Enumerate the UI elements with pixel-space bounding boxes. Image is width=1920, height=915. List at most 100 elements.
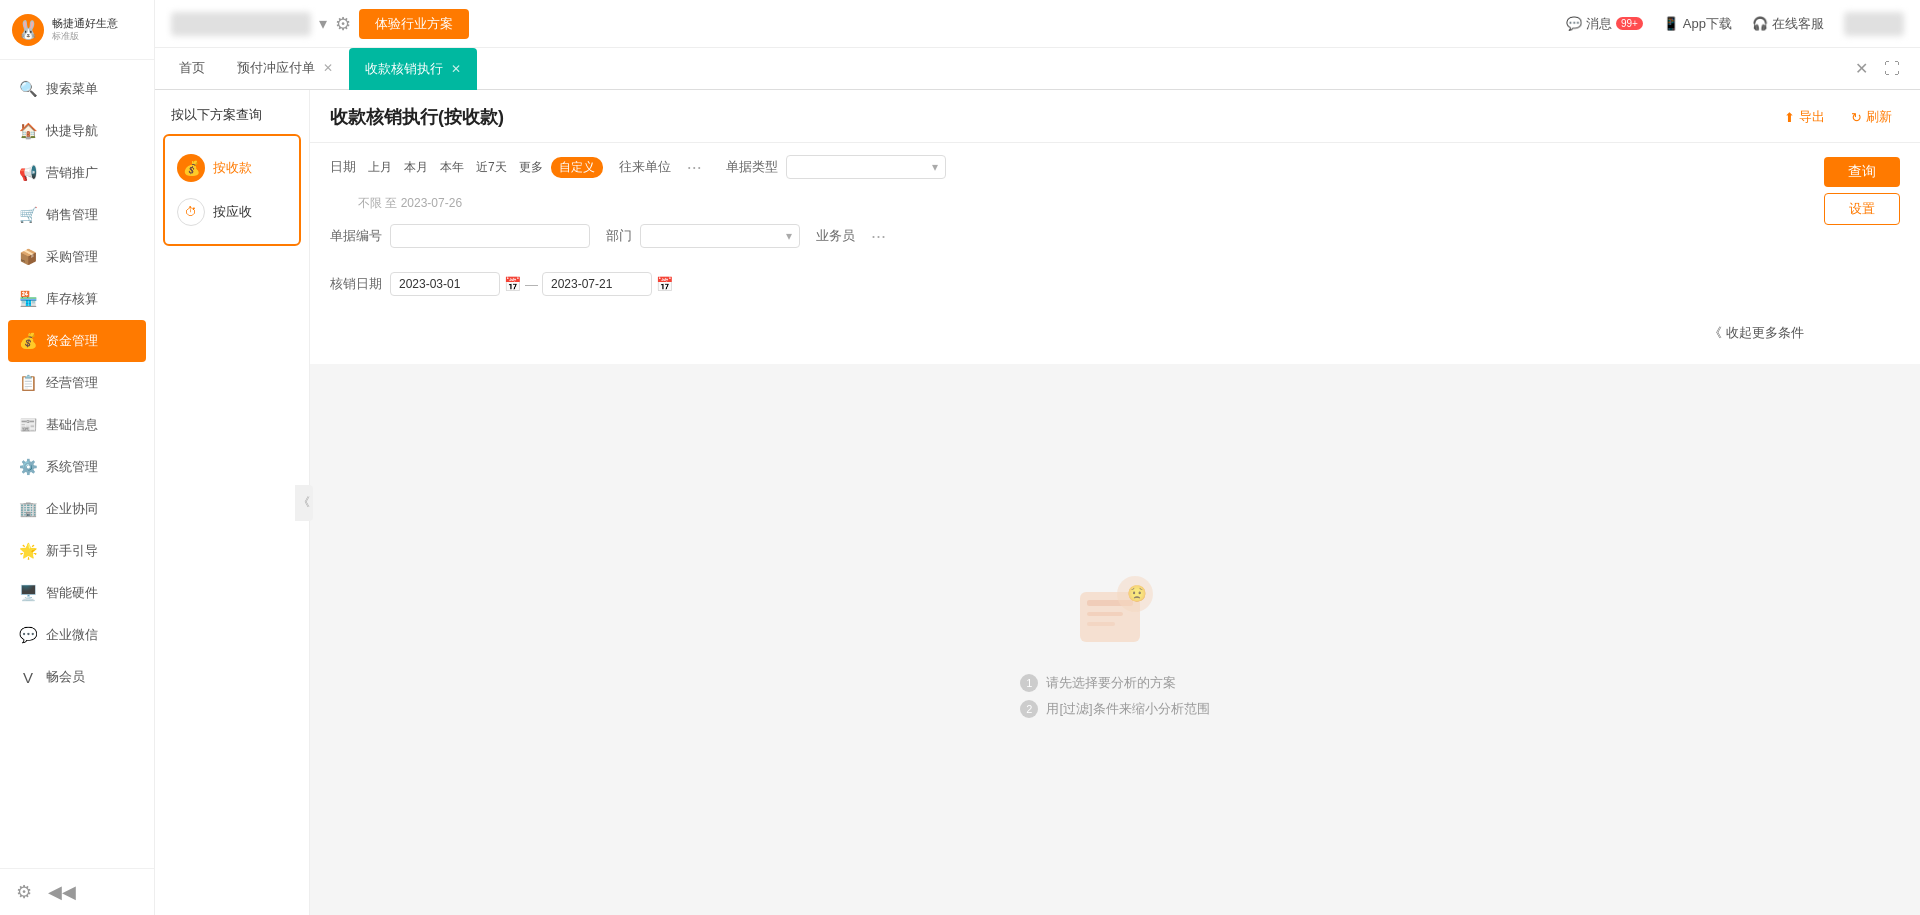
sidebar-item-finance[interactable]: 💰资金管理 (8, 320, 146, 362)
sidebar-item-sales[interactable]: 🛒销售管理 (0, 194, 154, 236)
filter-sidebar-inner: 按以下方案查询 💰 按收款 ⏱ 按应收 《 (163, 102, 301, 903)
app-download-label: App下载 (1683, 15, 1732, 33)
app-icon: 📱 (1663, 16, 1679, 31)
sidebar-item-system[interactable]: ⚙️系统管理 (0, 446, 154, 488)
basic-info-icon: 📰 (18, 415, 38, 435)
message-label: 消息 (1586, 15, 1612, 33)
sidebar-item-marketing[interactable]: 📢营销推广 (0, 152, 154, 194)
refresh-button[interactable]: ↻ 刷新 (1843, 104, 1900, 130)
sidebar-item-search-menu[interactable]: 🔍搜索菜单 (0, 68, 154, 110)
finance-label: 资金管理 (46, 332, 98, 350)
sidebar-item-basic-info[interactable]: 📰 基础信息 (0, 404, 154, 446)
shortcut-this-month[interactable]: 本月 (400, 157, 432, 178)
main-area: ▾ ⚙ 体验行业方案 💬 消息 99+ 📱 App下载 🎧 在线客服 首页 (155, 0, 1920, 915)
marketing-label: 营销推广 (46, 164, 98, 182)
filter-toggle-btn[interactable]: 《 (295, 485, 313, 521)
content-area: 按以下方案查询 💰 按收款 ⏱ 按应收 《 收款 (155, 90, 1920, 915)
dropdown-icon[interactable]: ▾ (319, 14, 327, 33)
shortcut-this-year[interactable]: 本年 (436, 157, 468, 178)
verify-date-start-cal-icon[interactable]: 📅 (504, 276, 521, 292)
tab-expand-icon[interactable]: ⛶ (1880, 56, 1904, 82)
tab-prepaid-close[interactable]: ✕ (323, 61, 333, 75)
message-item[interactable]: 💬 消息 99+ (1566, 15, 1643, 33)
filter-option-by-receivable[interactable]: ⏱ 按应收 (171, 190, 293, 234)
shortcut-7days[interactable]: 近7天 (472, 157, 511, 178)
date-unlimited-text: 不限 至 2023-07-26 (358, 195, 462, 212)
logo-area: 🐰 畅捷通好生意 标准版 (0, 0, 154, 60)
shortcut-custom[interactable]: 自定义 (551, 157, 603, 178)
bill-no-input[interactable] (390, 224, 590, 248)
message-icon: 💬 (1566, 16, 1582, 31)
collapse-more-btn[interactable]: 《 收起更多条件 (330, 320, 1804, 352)
user-avatar[interactable] (1844, 12, 1904, 36)
tab-close-icon[interactable]: ✕ (1851, 55, 1872, 82)
sidebar-item-purchase[interactable]: 📦采购管理 (0, 236, 154, 278)
filter-option-receipt-icon: 💰 (177, 154, 205, 182)
query-button[interactable]: 查询 (1824, 157, 1900, 187)
tab-receipt-offset[interactable]: 收款核销执行 ✕ (349, 48, 477, 90)
sidebar-item-smart-hw[interactable]: 🖥️智能硬件 (0, 572, 154, 614)
inventory-icon: 🏪 (18, 289, 38, 309)
logo-text-block: 畅捷通好生意 标准版 (52, 16, 118, 43)
page-actions: ⬆ 导出 ↻ 刷新 (1776, 104, 1900, 130)
settings-icon[interactable]: ⚙ (16, 881, 32, 903)
operation-label: 经营管理 (46, 374, 98, 392)
date-field: 日期 上月 本月 本年 近7天 更多 自定义 (330, 157, 603, 178)
tab-prepaid-offset[interactable]: 预付冲应付单 ✕ (221, 48, 349, 90)
wechat-icon: 💬 (18, 625, 38, 645)
tab-home[interactable]: 首页 (163, 48, 221, 90)
verify-date-end-cal-icon[interactable]: 📅 (656, 276, 673, 292)
filter-row-2: 单据编号 部门 (330, 224, 1804, 248)
filter-options-box: 💰 按收款 ⏱ 按应收 (163, 134, 301, 246)
sidebar-item-enterprise[interactable]: 🏢企业协同 (0, 488, 154, 530)
export-button[interactable]: ⬆ 导出 (1776, 104, 1833, 130)
sidebar-item-quick-nav[interactable]: 🏠快捷导航 (0, 110, 154, 152)
salesman-field: 业务员 ··· (816, 226, 894, 247)
sidebar-item-wechat[interactable]: 💬企业微信 (0, 614, 154, 656)
sales-label: 销售管理 (46, 206, 98, 224)
purchase-icon: 📦 (18, 247, 38, 267)
sidebar-item-inventory[interactable]: 🏪库存核算 (0, 278, 154, 320)
sidebar-item-operation[interactable]: 📋经营管理 (0, 362, 154, 404)
basic-info-label: 基础信息 (46, 416, 98, 434)
filter-form: 日期 上月 本月 本年 近7天 更多 自定义 (310, 143, 1920, 364)
empty-hints: 1 请先选择要分析的方案 2 用[过滤]条件来缩小分析范围 (1020, 674, 1209, 718)
bill-type-label: 单据类型 (726, 158, 778, 176)
shortcut-last-month[interactable]: 上月 (364, 157, 396, 178)
enterprise-icon: 🏢 (18, 499, 38, 519)
system-label: 系统管理 (46, 458, 98, 476)
online-service-item[interactable]: 🎧 在线客服 (1752, 15, 1824, 33)
counterparty-more-icon[interactable]: ··· (679, 157, 710, 178)
tab-receipt-close[interactable]: ✕ (451, 62, 461, 76)
filter-option-by-receipt[interactable]: 💰 按收款 (171, 146, 293, 190)
settings-button[interactable]: 设置 (1824, 193, 1900, 225)
industry-button[interactable]: 体验行业方案 (359, 9, 469, 39)
empty-illustration: 😟 (1065, 562, 1165, 662)
counterparty-field: 往来单位 ··· (619, 157, 710, 178)
verify-date-start-input[interactable] (390, 272, 500, 296)
hint-text-2: 用[过滤]条件来缩小分析范围 (1046, 700, 1209, 718)
sidebar-item-member[interactable]: V畅会员 (0, 656, 154, 698)
salesman-more-icon[interactable]: ··· (863, 226, 894, 247)
filter-row-1: 日期 上月 本月 本年 近7天 更多 自定义 (330, 155, 1804, 179)
bill-type-field: 单据类型 (726, 155, 946, 179)
shortcut-more[interactable]: 更多 (515, 157, 547, 178)
dept-select[interactable] (640, 224, 800, 248)
date-label: 日期 (330, 158, 356, 176)
empty-hint-2: 2 用[过滤]条件来缩小分析范围 (1020, 700, 1209, 718)
filter-option-receivable-icon: ⏱ (177, 198, 205, 226)
blurred-company (171, 12, 311, 36)
page-title: 收款核销执行(按收款) (330, 105, 504, 129)
sidebar: 🐰 畅捷通好生意 标准版 🔍搜索菜单🏠快捷导航📢营销推广🛒销售管理📦采购管理🏪库… (0, 0, 155, 915)
counterparty-label: 往来单位 (619, 158, 671, 176)
collapse-icon[interactable]: ◀◀ (48, 881, 76, 903)
collapse-label: 收起更多条件 (1726, 324, 1804, 342)
verify-date-wrap: 📅 — 📅 (390, 272, 673, 296)
sidebar-item-guide[interactable]: 🌟新手引导 (0, 530, 154, 572)
verify-date-end-input[interactable] (542, 272, 652, 296)
app-download-item[interactable]: 📱 App下载 (1663, 15, 1732, 33)
gear-icon[interactable]: ⚙ (335, 13, 351, 35)
export-icon: ⬆ (1784, 110, 1795, 125)
bill-type-select[interactable] (786, 155, 946, 179)
topbar-left: ▾ ⚙ 体验行业方案 (171, 9, 1554, 39)
